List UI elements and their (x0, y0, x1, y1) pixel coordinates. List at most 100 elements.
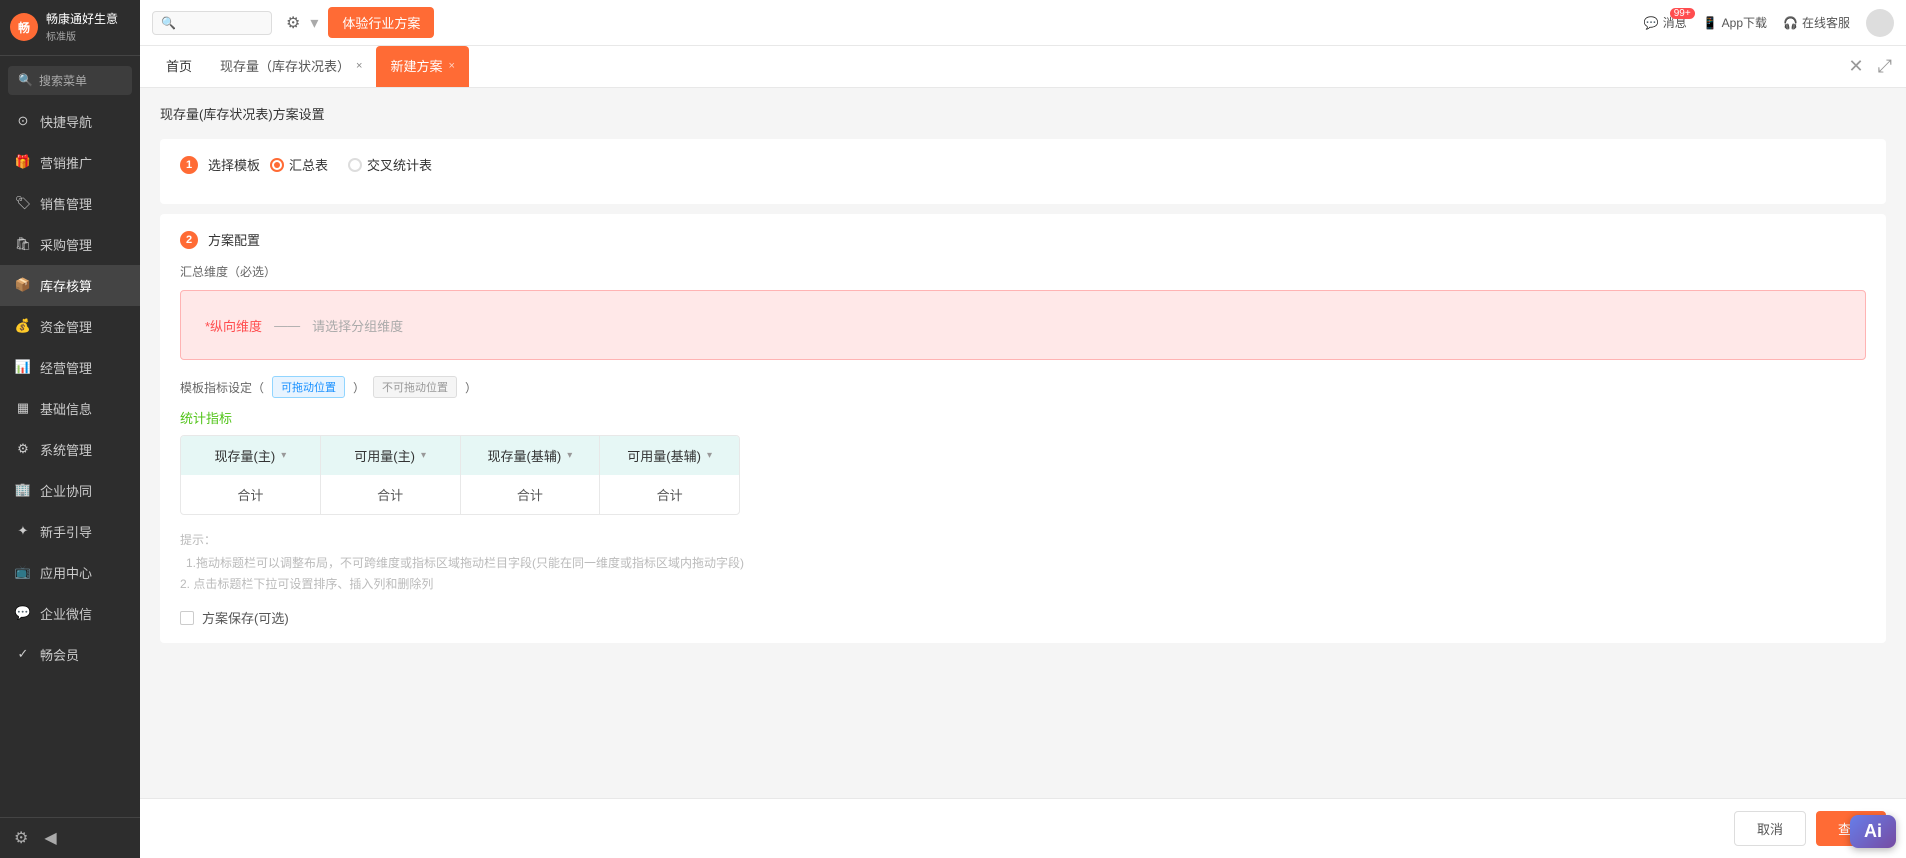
sidebar-item-purchase[interactable]: 🛍 采购管理 (0, 224, 140, 265)
tag-icon: 🏷 (14, 194, 32, 212)
sidebar-item-system[interactable]: ⚙ 系统管理 (0, 429, 140, 470)
tab-new-plan-close-icon[interactable]: × (448, 60, 454, 72)
sidebar-member-label: 畅会员 (40, 645, 79, 664)
tip-1: 1.拖动标题栏可以调整布局，不可跨维度或指标区域拖动栏目字段(只能在同一维度或指… (180, 554, 1866, 571)
indicator-table-header: 现存量(主) ▾ 可用量(主) ▾ 现存量(基辅) ▾ 可用量(基辅) (181, 436, 739, 475)
tip-1-text: 1.拖动标题栏可以调整布局，不可跨维度或指标区域拖动栏目字段(只能在同一维度或指… (186, 554, 744, 571)
col1-chevron-icon[interactable]: ▾ (281, 450, 286, 461)
col-header-3[interactable]: 现存量(基辅) ▾ (461, 436, 601, 475)
indicator-close: ） (465, 379, 477, 396)
topbar-settings-icon[interactable]: ⚙ (286, 13, 300, 33)
col2-chevron-icon[interactable]: ▾ (421, 450, 426, 461)
dimension-required: *纵向维度 (205, 316, 262, 335)
main-area: 🔍 ⚙ ▾ 体验行业方案 💬 消息 99+ 📱 App下载 🎧 在线客服 (140, 0, 1906, 858)
sidebar-item-shortcuts[interactable]: ⊙ 快捷导航 (0, 101, 140, 142)
sidebar-enterprise-label: 企业协同 (40, 481, 92, 500)
app-download-button[interactable]: 📱 App下载 (1703, 14, 1767, 31)
user-avatar[interactable] (1866, 9, 1894, 37)
sidebar-item-apps[interactable]: 📺 应用中心 (0, 552, 140, 593)
col4-header-text: 可用量(基辅) (627, 446, 701, 465)
save-checkbox[interactable] (180, 611, 194, 625)
col2-header-text: 可用量(主) (354, 446, 415, 465)
page-title: 现存量(库存状况表)方案设置 (160, 104, 1886, 123)
sidebar-shortcuts-label: 快捷导航 (40, 112, 92, 131)
radio-cross[interactable]: 交叉统计表 (348, 155, 432, 174)
sidebar-sales-label: 销售管理 (40, 194, 92, 213)
tag-draggable: 可拖动位置 (272, 376, 345, 398)
sidebar-item-basic[interactable]: ▦ 基础信息 (0, 388, 140, 429)
section2-header: 2 方案配置 (180, 230, 1866, 249)
tab-inventory-status[interactable]: 现存量（库存状况表） × (206, 46, 376, 87)
sidebar-item-member[interactable]: ✓ 畅会员 (0, 634, 140, 675)
col4-chevron-icon[interactable]: ▾ (707, 450, 712, 461)
tab-new-plan[interactable]: 新建方案 × (376, 46, 468, 87)
template-options: 汇总表 交叉统计表 (270, 155, 432, 174)
col1-header-text: 现存量(主) (215, 446, 276, 465)
section-config: 2 方案配置 汇总维度（必选） *纵向维度 —— 请选择分组维度 模板指标设定（… (160, 214, 1886, 643)
topbar-search-input[interactable] (180, 16, 260, 30)
ai-badge[interactable]: Ai (1850, 815, 1896, 848)
collapse-icon[interactable]: ◀ (44, 828, 56, 848)
expand-tab-icon[interactable]: ⤢ (1876, 54, 1894, 79)
close-tab-icon[interactable]: ✕ (1847, 54, 1866, 79)
col3-chevron-icon[interactable]: ▾ (567, 450, 572, 461)
indicator-settings: 模板指标设定（ 可拖动位置 ） 不可拖动位置 ） 统计指标 现存量(主) ▾ 可 (180, 376, 1866, 515)
tip-2-text: 2. 点击标题栏下拉可设置排序、插入列和删除列 (180, 575, 433, 592)
col-body-2: 合计 (321, 475, 461, 514)
radio-cross-label: 交叉统计表 (367, 155, 432, 174)
sidebar-newbie-label: 新手引导 (40, 522, 92, 541)
indicator-table: 现存量(主) ▾ 可用量(主) ▾ 现存量(基辅) ▾ 可用量(基辅) (180, 435, 740, 515)
tab-inventory-status-label: 现存量（库存状况表） (220, 56, 350, 75)
settings-footer-icon[interactable]: ⚙ (14, 828, 28, 848)
tab-inventory-close-icon[interactable]: × (356, 60, 362, 72)
section2-num: 2 (180, 231, 198, 249)
dimension-box[interactable]: *纵向维度 —— 请选择分组维度 (180, 290, 1866, 360)
stats-label: 统计指标 (180, 408, 1866, 427)
online-service-label: 在线客服 (1802, 14, 1850, 31)
footer-bar: 取消 查询 (140, 798, 1906, 858)
radio-summary-dot (274, 162, 280, 168)
col4-body-text: 合计 (657, 485, 683, 504)
chart-icon: 📊 (14, 358, 32, 376)
tag-fixed: 不可拖动位置 (373, 376, 457, 398)
app-name: 畅康通好生意 (46, 12, 118, 28)
col3-header-text: 现存量(基辅) (488, 446, 562, 465)
topbar-dropdown-icon[interactable]: ▾ (310, 13, 318, 33)
section2-title: 方案配置 (208, 230, 260, 249)
topbar-search-icon: 🔍 (161, 16, 176, 30)
sidebar-wechat-label: 企业微信 (40, 604, 92, 623)
tabs-bar: 首页 现存量（库存状况表） × 新建方案 × ✕ ⤢ (140, 46, 1906, 88)
dimension-label: 汇总维度（必选） (180, 263, 1866, 280)
cancel-button[interactable]: 取消 (1734, 811, 1806, 846)
messages-button[interactable]: 💬 消息 99+ (1644, 14, 1687, 31)
radio-cross-circle (348, 158, 362, 172)
section1-title: 选择模板 (208, 155, 260, 174)
sidebar-item-inventory[interactable]: 📦 库存核算 (0, 265, 140, 306)
sidebar-operations-label: 经营管理 (40, 358, 92, 377)
sidebar-item-wechat[interactable]: 💬 企业微信 (0, 593, 140, 634)
col-header-4[interactable]: 可用量(基辅) ▾ (600, 436, 739, 475)
tabs-actions: ✕ ⤢ (1847, 54, 1895, 79)
sidebar-item-marketing[interactable]: 🎁 营销推广 (0, 142, 140, 183)
col-header-2[interactable]: 可用量(主) ▾ (321, 436, 461, 475)
sidebar-item-newbie[interactable]: ✦ 新手引导 (0, 511, 140, 552)
tab-home[interactable]: 首页 (152, 46, 206, 87)
col-header-1[interactable]: 现存量(主) ▾ (181, 436, 321, 475)
sidebar-item-enterprise[interactable]: 🏢 企业协同 (0, 470, 140, 511)
sidebar-item-operations[interactable]: 📊 经营管理 (0, 347, 140, 388)
sidebar-item-finance[interactable]: 💰 资金管理 (0, 306, 140, 347)
tab-new-plan-label: 新建方案 (390, 56, 442, 75)
sidebar-system-label: 系统管理 (40, 440, 92, 459)
radio-summary-circle (270, 158, 284, 172)
col2-body-text: 合计 (377, 485, 403, 504)
sidebar-search[interactable]: 🔍 搜索菜单 (8, 66, 132, 95)
industry-plan-button[interactable]: 体验行业方案 (328, 7, 434, 38)
indicator-table-body: 合计 合计 合计 合计 (181, 475, 739, 514)
apps-icon: 📺 (14, 563, 32, 581)
topbar-search-box[interactable]: 🔍 (152, 11, 272, 35)
radio-summary[interactable]: 汇总表 (270, 155, 328, 174)
online-service-button[interactable]: 🎧 在线客服 (1783, 14, 1850, 31)
sidebar-item-sales[interactable]: 🏷 销售管理 (0, 183, 140, 224)
section1-header: 1 选择模板 汇总表 交叉统计表 (180, 155, 1866, 174)
tab-home-label: 首页 (166, 56, 192, 75)
